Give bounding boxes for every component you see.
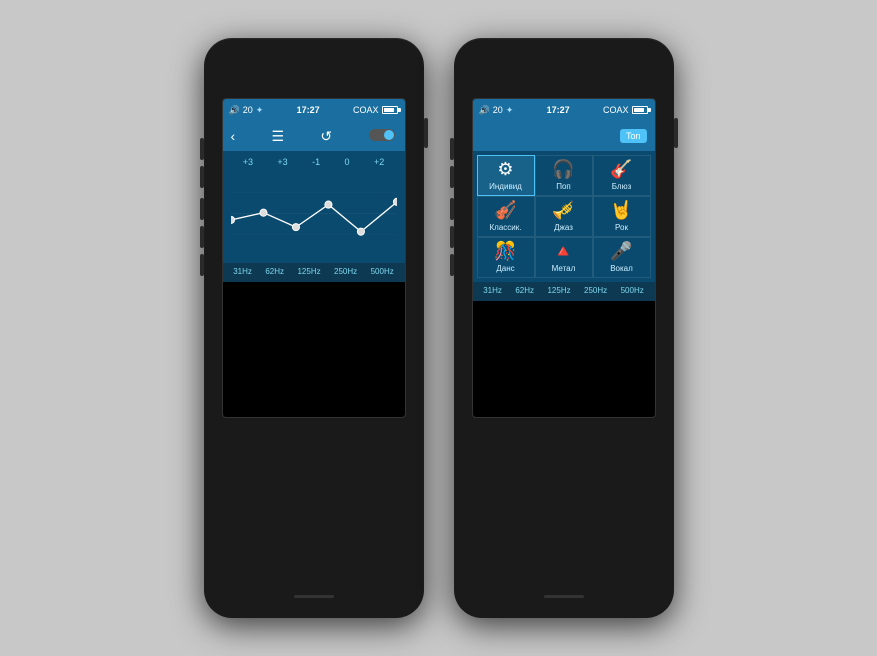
preset-individual-icon: ⚙ — [497, 160, 513, 178]
status-bar-left: 🔊 20 ✦ 17:27 COAX — [223, 99, 405, 121]
bluetooth-icon: ✦ — [256, 105, 264, 116]
preset-dance-label: Данс — [496, 264, 514, 273]
preset-classic[interactable]: 🎻 Классик. — [477, 196, 535, 237]
preset-pop-label: Поп — [556, 182, 571, 191]
power-button-right[interactable] — [674, 118, 678, 148]
volume-up-button-right[interactable] — [450, 138, 454, 160]
next-button[interactable] — [200, 254, 204, 276]
preset-classic-label: Классик. — [490, 223, 522, 232]
play-button[interactable] — [200, 226, 204, 248]
preset-screen: Ton ⚙ Индивид 🎧 Поп 🎸 Блюз — [473, 121, 655, 301]
eq-val-5: +2 — [374, 157, 384, 167]
eq-val-1: +3 — [243, 157, 253, 167]
battery-icon-left — [382, 106, 398, 114]
eq-screen: ‹ ☰ ↺ +3 +3 -1 0 +2 — [223, 121, 405, 282]
battery-icon-right — [632, 106, 648, 114]
device-right: 🔊 20 ✦ 17:27 COAX Ton ⚙ — [454, 38, 674, 618]
eq-frequencies-right: 31Hz 62Hz 125Hz 250Hz 500Hz — [473, 282, 655, 301]
preset-jazz[interactable]: 🎺 Джаз — [535, 196, 593, 237]
status-left: 🔊 20 ✦ — [229, 105, 264, 116]
toggle-icon[interactable] — [369, 128, 397, 145]
device-bottom-left — [294, 595, 334, 598]
preset-metal[interactable]: 🔺 Метал — [535, 237, 593, 278]
freq-3: 125Hz — [297, 267, 320, 276]
eq-settings-icon[interactable]: ☰ — [272, 128, 285, 145]
preset-metal-label: Метал — [552, 264, 576, 273]
status-right-left: COAX — [353, 105, 399, 115]
time-display-left: 17:27 — [297, 105, 320, 115]
back-icon[interactable]: ‹ — [231, 128, 236, 144]
eq-chart — [231, 173, 397, 259]
volume-icon: 🔊 — [229, 105, 240, 116]
refresh-icon[interactable]: ↺ — [320, 128, 332, 145]
freq-r-3: 125Hz — [547, 286, 570, 295]
preset-pop-icon: 🎧 — [552, 160, 574, 178]
volume-icon-right: 🔊 — [479, 105, 490, 116]
preset-vocal-label: Вокал — [610, 264, 633, 273]
preset-blues-icon: 🎸 — [610, 160, 632, 178]
device-left: 🔊 20 ✦ 17:27 COAX ‹ ☰ ↺ — [204, 38, 424, 618]
freq-4: 250Hz — [334, 267, 357, 276]
freq-r-5: 500Hz — [621, 286, 644, 295]
device-bottom-right — [544, 595, 584, 598]
preset-vocal[interactable]: 🎤 Вокал — [593, 237, 651, 278]
preset-rock-label: Рок — [615, 223, 628, 232]
eq-val-2: +3 — [277, 157, 287, 167]
preset-dance-icon: 🎊 — [494, 242, 516, 260]
preset-blues-label: Блюз — [612, 182, 632, 191]
active-preset-indicator: Ton — [620, 129, 647, 143]
status-right-right: COAX — [603, 105, 649, 115]
next-button-right[interactable] — [450, 254, 454, 276]
battery-fill-right — [634, 108, 644, 112]
preset-jazz-label: Джаз — [554, 223, 573, 232]
eq-val-4: 0 — [345, 157, 350, 167]
power-button[interactable] — [424, 118, 428, 148]
freq-5: 500Hz — [371, 267, 394, 276]
preset-individual-label: Индивид — [489, 182, 522, 191]
eq-values: +3 +3 -1 0 +2 — [223, 151, 405, 169]
preset-jazz-icon: 🎺 — [552, 201, 574, 219]
freq-2: 62Hz — [265, 267, 284, 276]
preset-metal-icon: 🔺 — [552, 242, 574, 260]
freq-1: 31Hz — [233, 267, 252, 276]
volume-up-button[interactable] — [200, 138, 204, 160]
eq-curve-svg — [231, 173, 397, 254]
freq-r-1: 31Hz — [483, 286, 502, 295]
eq-val-3: -1 — [312, 157, 320, 167]
source-label-right: COAX — [603, 105, 629, 115]
preset-grid: ⚙ Индивид 🎧 Поп 🎸 Блюз 🎻 Классик. � — [473, 151, 655, 282]
bluetooth-icon-right: ✦ — [506, 105, 514, 116]
preset-individual[interactable]: ⚙ Индивид — [477, 155, 535, 196]
freq-r-2: 62Hz — [515, 286, 534, 295]
preset-dance[interactable]: 🎊 Данс — [477, 237, 535, 278]
prev-button-right[interactable] — [450, 198, 454, 220]
preset-pop[interactable]: 🎧 Поп — [535, 155, 593, 196]
preset-top-bar: Ton — [473, 121, 655, 151]
eq-frequencies-left: 31Hz 62Hz 125Hz 250Hz 500Hz — [223, 263, 405, 282]
play-button-right[interactable] — [450, 226, 454, 248]
preset-classic-icon: 🎻 — [494, 201, 516, 219]
time-display-right: 17:27 — [547, 105, 570, 115]
preset-blues[interactable]: 🎸 Блюз — [593, 155, 651, 196]
prev-button[interactable] — [200, 198, 204, 220]
volume-down-button-right[interactable] — [450, 166, 454, 188]
left-screen: 🔊 20 ✦ 17:27 COAX ‹ ☰ ↺ — [222, 98, 406, 418]
battery-fill-left — [384, 108, 394, 112]
freq-r-4: 250Hz — [584, 286, 607, 295]
volume-down-button[interactable] — [200, 166, 204, 188]
volume-value-right: 20 — [493, 105, 503, 115]
preset-rock-icon: 🤘 — [610, 201, 632, 219]
preset-vocal-icon: 🎤 — [610, 242, 632, 260]
status-bar-right: 🔊 20 ✦ 17:27 COAX — [473, 99, 655, 121]
preset-rock[interactable]: 🤘 Рок — [593, 196, 651, 237]
eq-toolbar: ‹ ☰ ↺ — [223, 121, 405, 151]
right-screen: 🔊 20 ✦ 17:27 COAX Ton ⚙ — [472, 98, 656, 418]
volume-value: 20 — [243, 105, 253, 115]
status-left-right: 🔊 20 ✦ — [479, 105, 514, 116]
source-label-left: COAX — [353, 105, 379, 115]
